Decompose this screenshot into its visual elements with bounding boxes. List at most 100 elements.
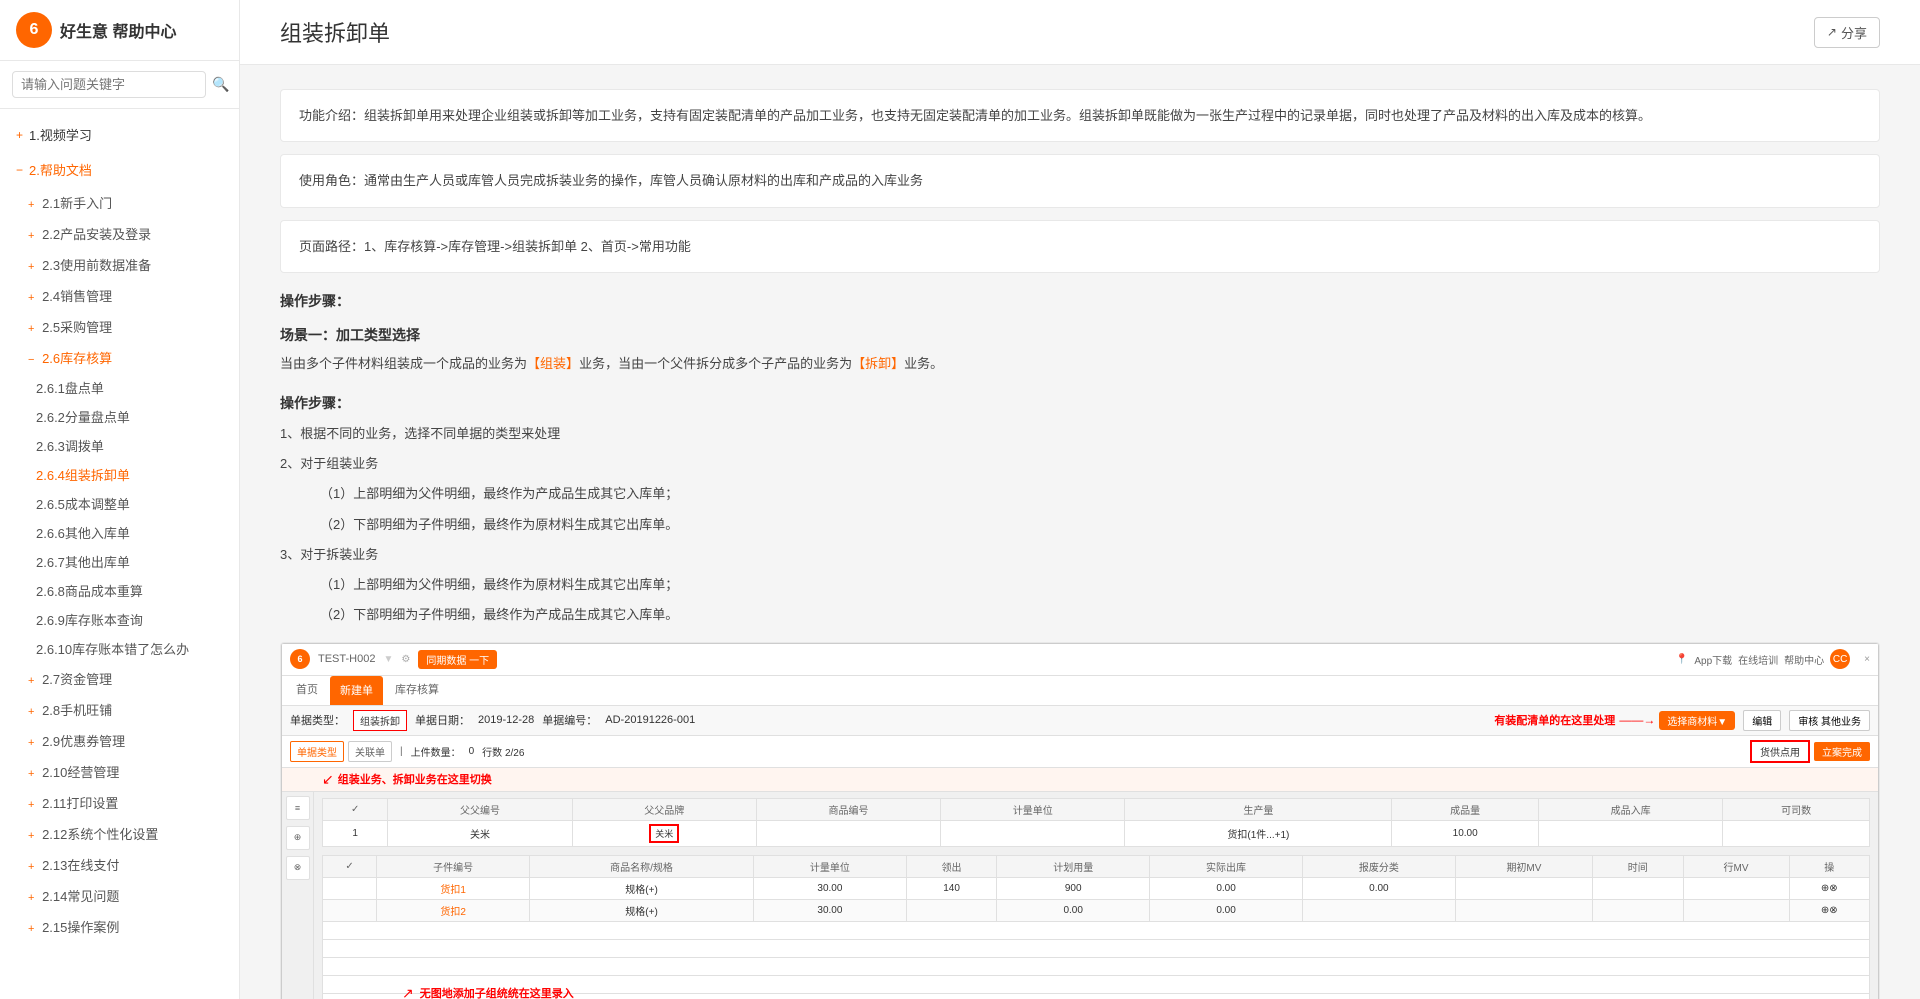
audit-btn[interactable]: 审核 其他业务: [1789, 710, 1870, 731]
enabled-input[interactable]: 货供点用: [1750, 740, 1810, 763]
sidebar-item-mobile[interactable]: + 2.8手机旺铺: [0, 694, 239, 725]
type-btn-group-2[interactable]: 关联单: [348, 741, 392, 762]
operation-steps-heading: 操作步骤：: [280, 291, 1880, 311]
sidebar-header: 6 好生意 帮助中心: [0, 0, 239, 61]
app-topbar: 6 TEST-H002 ▼ ⚙ 同期数据 一下 📍 App下载 在线培训 帮助中…: [282, 644, 1878, 676]
app-topbar-id: TEST-H002: [318, 653, 375, 665]
col-output: 成品量: [1392, 798, 1539, 820]
step2-text: 2、对于组装业务: [280, 453, 1880, 475]
parent-item-input[interactable]: 关米: [649, 824, 679, 843]
sidebar-item-cases[interactable]: + 2.15操作案例: [0, 911, 239, 942]
table-row: [323, 957, 1870, 975]
sidebar-item-newcomer[interactable]: + 2.1新手入门: [0, 187, 239, 218]
sidebar-item-coupon[interactable]: + 2.9优惠券管理: [0, 725, 239, 756]
sidebar-item-2-6-2[interactable]: 2.6.2分量盘点单: [0, 402, 239, 431]
sidebar-item-sales[interactable]: + 2.4销售管理: [0, 280, 239, 311]
edit-btn[interactable]: 编辑: [1743, 710, 1781, 731]
table-row: 1 关米 关米 货扣(1件...+1) 10.00: [323, 820, 1870, 846]
table-row: 货扣2 规格(+) 30.00 0.00 0.00: [323, 899, 1870, 921]
step3-text: 3、对于拆装业务: [280, 544, 1880, 566]
nav-btn-1[interactable]: ≡: [286, 796, 310, 820]
sidebar-item-2-6-8[interactable]: 2.6.8商品成本重算: [0, 576, 239, 605]
table-row: [323, 921, 1870, 939]
sidebar-item-finance[interactable]: + 2.7资金管理: [0, 663, 239, 694]
sidebar-item-2-6-9[interactable]: 2.6.9库存账本查询: [0, 605, 239, 634]
step3-2-text: （2）下部明细为子件明细，最终作为产成品生成其它入库单。: [280, 604, 1880, 626]
sidebar-item-dataprep[interactable]: + 2.3使用前数据准备: [0, 249, 239, 280]
expand-icon: +: [16, 128, 23, 142]
sub-toolbar: 单据类型 关联单 | 上件数量： 0 行数 2/26 货供点用 立案完成: [282, 736, 1878, 768]
app-logo: 6: [290, 649, 310, 669]
step3-1-text: （1）上部明细为父件明细，最终作为原材料生成其它出库单；: [280, 574, 1880, 596]
sidebar-item-docs[interactable]: − 2.帮助文档: [0, 152, 239, 187]
col-input: 成品入库: [1539, 798, 1723, 820]
nav-list: + 1.视频学习 − 2.帮助文档 + 2.1新手入门 + 2.2产品安装及登录…: [0, 109, 239, 999]
sidebar-item-purchase[interactable]: + 2.5采购管理: [0, 311, 239, 342]
content-body: 功能介绍：组装拆卸单用来处理企业组装或拆卸等加工业务，支持有固定装配清单的产品加…: [240, 65, 1920, 999]
scenario1-heading: 场景一：加工类型选择: [280, 325, 1880, 345]
page-title: 组装拆卸单: [280, 16, 390, 48]
confirm-btn[interactable]: 立案完成: [1814, 742, 1870, 761]
annotation-2-arrow: ↙: [322, 771, 334, 788]
type-select[interactable]: 组装拆卸: [353, 710, 407, 731]
sidebar-item-settings[interactable]: + 2.12系统个性化设置: [0, 818, 239, 849]
app-nav-inventory[interactable]: 库存核算: [387, 676, 447, 705]
sidebar-item-faq[interactable]: + 2.14常见问题: [0, 880, 239, 911]
app-nav-home[interactable]: 首页: [288, 676, 326, 705]
date-val: 2019-12-28: [478, 714, 534, 726]
step1-text: 1、根据不同的业务，选择不同单据的类型来处理: [280, 423, 1880, 445]
nav-btn-2[interactable]: ⊕: [286, 826, 310, 850]
sidebar-item-install[interactable]: + 2.2产品安装及登录: [0, 218, 239, 249]
main-content: 组装拆卸单 ↗ 分享 功能介绍：组装拆卸单用来处理企业组装或拆卸等加工业务，支持…: [240, 0, 1920, 999]
type-btn-group-1[interactable]: 单据类型: [290, 741, 344, 762]
table-row: 货扣1 规格(+) 30.00 140 900 0.00 0.00: [323, 877, 1870, 899]
app-screenshot-container: 6 TEST-H002 ▼ ⚙ 同期数据 一下 📍 App下载 在线培训 帮助中…: [280, 642, 1880, 999]
collapse-icon: −: [16, 163, 23, 177]
sidebar-item-2-6-4[interactable]: 2.6.4组装拆卸单: [0, 460, 239, 489]
app-left-nav: ≡ ⊕ ⊗: [282, 792, 314, 999]
sidebar-item-2-6-1[interactable]: 2.6.1盘点单: [0, 373, 239, 402]
select-material-btn[interactable]: 选择商材料▼: [1659, 711, 1735, 730]
topbar-close[interactable]: ×: [1864, 654, 1870, 665]
topbar-btn[interactable]: 同期数据 一下: [418, 650, 497, 669]
col-parent-brand: 父父品牌: [572, 798, 756, 820]
app-main-area: ✓ 父父编号 父父品牌 商品编号 计量单位 生产量 成品量 成品入库 可司数: [314, 792, 1878, 999]
nav-btn-3[interactable]: ⊗: [286, 856, 310, 880]
count-val: 0: [469, 746, 475, 757]
app-screenshot: 6 TEST-H002 ▼ ⚙ 同期数据 一下 📍 App下载 在线培训 帮助中…: [281, 643, 1879, 999]
bill-label: 单据编号：: [542, 712, 597, 728]
sidebar-item-2-6-3[interactable]: 2.6.3调拨单: [0, 431, 239, 460]
scenario1-desc: 当由多个子件材料组装成一个成品的业务为【组装】业务，当由一个父件拆分成多个子产品…: [280, 353, 1880, 375]
share-icon: ↗: [1827, 25, 1837, 39]
sidebar-item-2-6-5[interactable]: 2.6.5成本调整单: [0, 489, 239, 518]
annotation-4-wrapper: ↗ 无图地添加子组统统在这里录入: [402, 985, 574, 999]
sidebar-item-payment[interactable]: + 2.13在线支付: [0, 849, 239, 880]
sidebar-item-video[interactable]: + 1.视频学习: [0, 117, 239, 152]
topbar-right: 📍 App下载 在线培训 帮助中心 CC ×: [1676, 649, 1870, 669]
sidebar-item-2-6-7[interactable]: 2.6.7其他出库单: [0, 547, 239, 576]
search-button[interactable]: 🔍: [212, 76, 229, 93]
role-block: 使用角色：通常由生产人员或库管人员完成拆装业务的操作，库管人员确认原材料的出库和…: [280, 154, 1880, 207]
annotation-row: ↙ 组装业务、拆卸业务在这里切换: [282, 768, 1878, 792]
sidebar: 6 好生意 帮助中心 🔍 + 1.视频学习 − 2.帮助文档 + 2.1新手入门: [0, 0, 240, 999]
path-block: 页面路径：1、库存核算->库存管理->组装拆卸单 2、首页->常用功能: [280, 220, 1880, 273]
annotation-1: 有装配清单的在这里处理: [1494, 712, 1615, 728]
app-nav-new[interactable]: 新建单: [330, 676, 383, 705]
sidebar-item-2-6-6[interactable]: 2.6.6其他入库单: [0, 518, 239, 547]
app-body: ≡ ⊕ ⊗ ✓ 父父编号 父父品牌 商品编号: [282, 792, 1878, 999]
step2-1-text: （1）上部明细为父件明细，最终作为产成品生成其它入库单；: [280, 483, 1880, 505]
sidebar-item-management[interactable]: + 2.10经营管理: [0, 756, 239, 787]
col-unit: 计量单位: [941, 798, 1125, 820]
search-input[interactable]: [12, 71, 206, 98]
date-label: 单据日期：: [415, 712, 470, 728]
keyword-disassembly[interactable]: 【拆卸】: [852, 356, 904, 371]
table-row: [323, 939, 1870, 957]
sidebar-item-print[interactable]: + 2.11打印设置: [0, 787, 239, 818]
sidebar-item-inventory[interactable]: − 2.6库存核算: [0, 342, 239, 373]
nav-section-docs: − 2.帮助文档 + 2.1新手入门 + 2.2产品安装及登录 + 2.3使用前…: [0, 152, 239, 942]
share-button[interactable]: ↗ 分享: [1814, 17, 1880, 48]
path-text: 页面路径：1、库存核算->库存管理->组装拆卸单 2、首页->常用功能: [299, 239, 691, 254]
sidebar-item-2-6-10[interactable]: 2.6.10库存账本错了怎么办: [0, 634, 239, 663]
app-toolbar: 单据类型： 组装拆卸 单据日期： 2019-12-28 单据编号： AD-201…: [282, 706, 1878, 736]
keyword-assembly[interactable]: 【组装】: [527, 356, 579, 371]
